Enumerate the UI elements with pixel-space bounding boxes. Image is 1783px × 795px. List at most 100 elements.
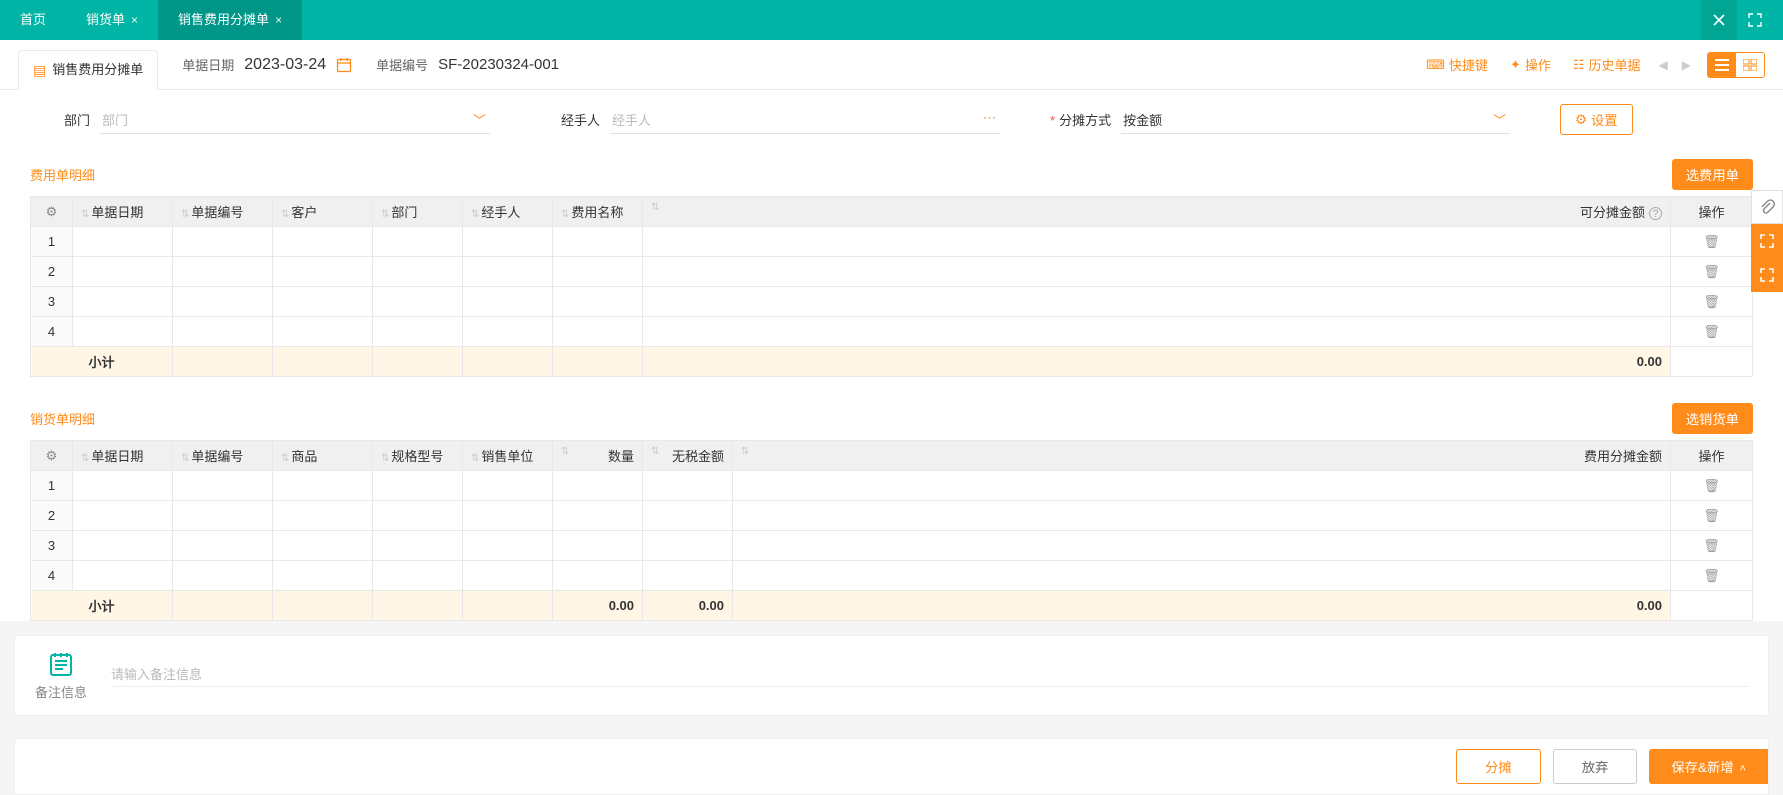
expand-button[interactable]	[1751, 224, 1783, 258]
col-alloc-amount[interactable]: ⇅可分摊金额?	[643, 197, 1671, 227]
col-docno[interactable]: ⇅单据编号	[173, 197, 273, 227]
document-type-label: 销售费用分摊单	[52, 50, 143, 90]
department-label: 部门	[30, 110, 100, 129]
subtotal-notax: 0.00	[643, 591, 733, 621]
attachment-button[interactable]	[1751, 190, 1783, 224]
department-select[interactable]: 部门 ﹀	[100, 106, 490, 134]
history-icon: ☷	[1573, 57, 1585, 73]
document-header-bar: ▤ 销售费用分摊单 单据日期 2023-03-24 单据编号 SF-202303…	[0, 40, 1783, 90]
notes-icon	[47, 650, 75, 678]
table-row[interactable]: 3🗑	[31, 287, 1753, 317]
settings-button[interactable]: ⚙ 设置	[1560, 104, 1633, 135]
select-expense-button[interactable]: 选费用单	[1672, 159, 1753, 190]
chevron-down-icon: ﹀	[1493, 110, 1506, 129]
subtotal-fee-alloc: 0.00	[733, 591, 1671, 621]
view-card-button[interactable]	[1736, 53, 1764, 77]
alloc-method-label: 分摊方式	[1050, 110, 1121, 129]
sales-section-title: 销货单明细	[30, 409, 95, 428]
table-row[interactable]: 1🗑	[31, 471, 1753, 501]
table-row[interactable]: 4🗑	[31, 561, 1753, 591]
remarks-input[interactable]: 请输入备注信息	[111, 664, 1748, 687]
table-row[interactable]: 2🗑	[31, 257, 1753, 287]
tab-sales-order[interactable]: 销货单 ×	[66, 0, 158, 40]
calendar-icon[interactable]	[336, 57, 352, 73]
col-handler[interactable]: ⇅经手人	[463, 197, 553, 227]
subtotal-qty: 0.00	[553, 591, 643, 621]
col-product[interactable]: ⇅商品	[273, 441, 373, 471]
delete-icon[interactable]: 🗑	[1703, 568, 1720, 583]
col-customer[interactable]: ⇅客户	[273, 197, 373, 227]
chevron-down-icon: ﹀	[473, 110, 486, 129]
table-row[interactable]: 4🗑	[31, 317, 1753, 347]
tab-home[interactable]: 首页	[0, 0, 66, 40]
col-feename[interactable]: ⇅费用名称	[553, 197, 643, 227]
alloc-method-select[interactable]: 按金额 ﹀	[1121, 106, 1510, 134]
handler-select[interactable]: 经手人 ⋯	[610, 106, 1000, 134]
window-close-button[interactable]	[1701, 0, 1737, 40]
col-qty[interactable]: ⇅数量	[553, 441, 643, 471]
col-operation: 操作	[1671, 197, 1753, 227]
expense-table: ⚙ ⇅单据日期 ⇅单据编号 ⇅客户 ⇅部门 ⇅经手人 ⇅费用名称 ⇅可分摊金额?…	[30, 196, 1753, 377]
expense-section: 费用单明细 选费用单 ⚙ ⇅单据日期 ⇅单据编号 ⇅客户 ⇅部门 ⇅经手人 ⇅费…	[0, 149, 1783, 377]
history-link[interactable]: ☷ 历史单据	[1565, 55, 1649, 74]
side-tools	[1751, 190, 1783, 292]
col-docno[interactable]: ⇅单据编号	[173, 441, 273, 471]
gear-icon: ⚙	[1575, 112, 1587, 128]
fullscreen-button[interactable]	[1737, 0, 1773, 40]
gear-column-header[interactable]: ⚙	[31, 441, 73, 471]
col-date[interactable]: ⇅单据日期	[73, 197, 173, 227]
table-row[interactable]: 3🗑	[31, 531, 1753, 561]
delete-icon[interactable]: 🗑	[1703, 324, 1720, 339]
prev-arrow-icon[interactable]: ◀	[1655, 58, 1672, 72]
top-tab-bar: 首页 销货单 × 销售费用分摊单 ×	[0, 0, 1783, 40]
allocate-button[interactable]: 分摊	[1456, 749, 1541, 784]
view-toggle	[1707, 52, 1765, 78]
col-unit[interactable]: ⇅销售单位	[463, 441, 553, 471]
delete-icon[interactable]: 🗑	[1703, 294, 1720, 309]
keyboard-icon: ⌨	[1426, 57, 1445, 73]
remarks-placeholder: 请输入备注信息	[111, 667, 202, 682]
tab-label: 销货单	[86, 0, 125, 40]
chevron-up-icon: ˄	[1740, 763, 1746, 775]
save-new-button[interactable]: 保存&新增˄	[1649, 749, 1768, 784]
docno-value: SF-20230324-001	[438, 56, 559, 73]
delete-icon[interactable]: 🗑	[1703, 508, 1720, 523]
sales-section: 销货单明细 选销货单 ⚙ ⇅单据日期 ⇅单据编号 ⇅商品 ⇅规格型号 ⇅销售单位…	[0, 393, 1783, 621]
table-row[interactable]: 2🗑	[31, 501, 1753, 531]
delete-icon[interactable]: 🗑	[1703, 478, 1720, 493]
close-icon[interactable]: ×	[131, 0, 138, 40]
subtotal-row: 小计 0.00 0.00 0.00	[31, 591, 1753, 621]
next-arrow-icon[interactable]: ▶	[1678, 58, 1695, 72]
discard-button[interactable]: 放弃	[1553, 749, 1638, 784]
remarks-bar: 备注信息 请输入备注信息	[14, 635, 1769, 716]
gear-icon: ✦	[1510, 57, 1521, 73]
delete-icon[interactable]: 🗑	[1703, 264, 1720, 279]
date-value[interactable]: 2023-03-24	[244, 56, 326, 74]
col-operation: 操作	[1671, 441, 1753, 471]
document-type-tab[interactable]: ▤ 销售费用分摊单	[18, 50, 158, 90]
department-placeholder: 部门	[102, 113, 128, 128]
docno-label: 单据编号	[376, 55, 428, 74]
help-icon[interactable]: ?	[1649, 207, 1662, 220]
col-fee-alloc[interactable]: ⇅费用分摊金额	[733, 441, 1671, 471]
handler-label: 经手人	[540, 110, 610, 129]
delete-icon[interactable]: 🗑	[1703, 234, 1720, 249]
col-notax[interactable]: ⇅无税金额	[643, 441, 733, 471]
footer-bar: 分摊 放弃 保存&新增˄	[14, 738, 1769, 795]
gear-column-header[interactable]: ⚙	[31, 197, 73, 227]
operate-link[interactable]: ✦ 操作	[1502, 55, 1559, 74]
shortcut-link[interactable]: ⌨ 快捷键	[1418, 55, 1496, 74]
close-icon[interactable]: ×	[275, 0, 282, 40]
form-row: 部门 部门 ﹀ 经手人 经手人 ⋯ 分摊方式 按金额 ﹀ ⚙ 设置	[0, 90, 1783, 149]
sales-table: ⚙ ⇅单据日期 ⇅单据编号 ⇅商品 ⇅规格型号 ⇅销售单位 ⇅数量 ⇅无税金额 …	[30, 440, 1753, 621]
tab-sales-fee-allocation[interactable]: 销售费用分摊单 ×	[158, 0, 302, 40]
table-row[interactable]: 1🗑	[31, 227, 1753, 257]
col-date[interactable]: ⇅单据日期	[73, 441, 173, 471]
expand-alt-button[interactable]	[1751, 258, 1783, 292]
col-spec[interactable]: ⇅规格型号	[373, 441, 463, 471]
col-department[interactable]: ⇅部门	[373, 197, 463, 227]
delete-icon[interactable]: 🗑	[1703, 538, 1720, 553]
subtotal-row: 小计 0.00	[31, 347, 1753, 377]
view-list-button[interactable]	[1708, 53, 1736, 77]
select-sales-button[interactable]: 选销货单	[1672, 403, 1753, 434]
